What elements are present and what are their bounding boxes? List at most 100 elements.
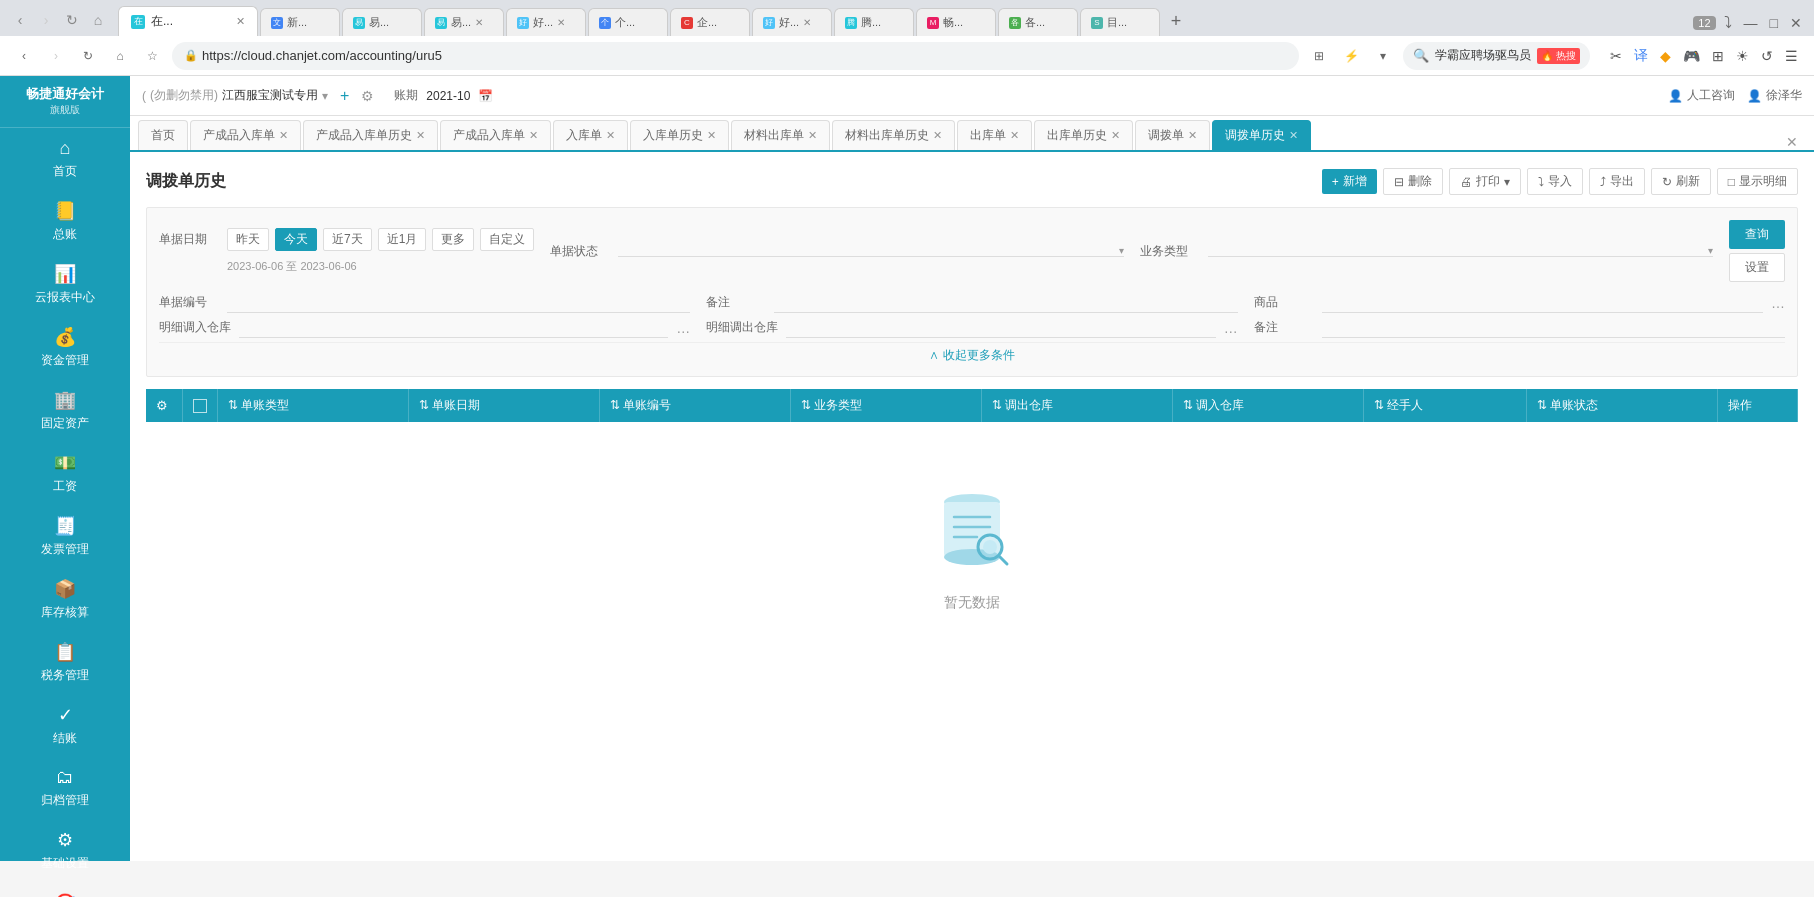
th-doc-date[interactable]: ⇅ 单账日期 xyxy=(408,389,599,422)
sidebar-item-funds[interactable]: 💰 资金管理 xyxy=(0,316,130,379)
tab5-close[interactable]: ✕ xyxy=(557,17,565,28)
delete-btn[interactable]: ⊟ 删除 xyxy=(1383,168,1443,195)
user-btn[interactable]: 👤 徐泽华 xyxy=(1747,87,1802,104)
nav-tabs-close-all[interactable]: ✕ xyxy=(1778,134,1806,150)
browser-tab-9[interactable]: 腾 腾... xyxy=(834,8,914,36)
service-btn[interactable]: 👤 人工咨询 xyxy=(1668,87,1735,104)
refresh-btn[interactable]: ↻ xyxy=(76,44,100,68)
date-btn-custom[interactable]: 自定义 xyxy=(480,228,534,251)
detail-in-input[interactable] xyxy=(239,317,668,338)
sidebar-item-settings[interactable]: ⚙ 基础设置 xyxy=(0,819,130,882)
nav-tab-6[interactable]: 材料出库单 ✕ xyxy=(731,120,830,150)
nav-tab-5[interactable]: 入库单历史 ✕ xyxy=(630,120,729,150)
browser-tab-11[interactable]: 各 各... xyxy=(998,8,1078,36)
address-input[interactable]: 🔒 https://cloud.chanjet.com/accounting/u… xyxy=(172,42,1299,70)
nav-tab-home[interactable]: 首页 xyxy=(138,120,188,150)
sidebar-item-invoice[interactable]: 🧾 发票管理 xyxy=(0,505,130,568)
dropdown-btn[interactable]: ▾ xyxy=(1371,44,1395,68)
menu-icon[interactable]: ☰ xyxy=(1781,44,1802,68)
import-btn[interactable]: ⤵ 导入 xyxy=(1527,168,1583,195)
nav-tab-9[interactable]: 出库单历史 ✕ xyxy=(1034,120,1133,150)
browser-tab-12[interactable]: S 目... xyxy=(1080,8,1160,36)
status-select[interactable]: ▾ xyxy=(618,245,1123,257)
nav-tab-2-close[interactable]: ✕ xyxy=(416,129,425,142)
nav-tab-4[interactable]: 入库单 ✕ xyxy=(553,120,628,150)
sidebar-item-reports[interactable]: 📊 云报表中心 xyxy=(0,253,130,316)
browser-tab-10[interactable]: M 畅... xyxy=(916,8,996,36)
th-checkbox[interactable] xyxy=(182,389,217,422)
add-company-btn[interactable]: + xyxy=(340,87,349,105)
goods-input[interactable] xyxy=(1322,292,1763,313)
th-handler[interactable]: ⇅ 经手人 xyxy=(1363,389,1526,422)
browser-tab-8[interactable]: 好 好... ✕ xyxy=(752,8,832,36)
sidebar-item-close[interactable]: ✓ 结账 xyxy=(0,694,130,757)
sidebar-item-tax[interactable]: 📋 税务管理 xyxy=(0,631,130,694)
date-btn-1month[interactable]: 近1月 xyxy=(378,228,427,251)
nav-forward-btn[interactable]: › xyxy=(34,8,58,32)
nav-home-btn[interactable]: ⌂ xyxy=(86,8,110,32)
browser-tab-2[interactable]: 文 新... xyxy=(260,8,340,36)
bookmark-btn[interactable]: ☆ xyxy=(140,44,164,68)
th-gear[interactable]: ⚙ xyxy=(146,389,182,422)
sidebar-item-assets[interactable]: 🏢 固定资产 xyxy=(0,379,130,442)
grid-icon[interactable]: ⊞ xyxy=(1708,44,1728,68)
extensions-btn[interactable]: ⊞ xyxy=(1307,44,1331,68)
settings-filter-btn[interactable]: 设置 xyxy=(1729,253,1785,282)
detail-out-ellipsis[interactable]: … xyxy=(1224,320,1238,336)
nav-tab-5-close[interactable]: ✕ xyxy=(707,129,716,142)
collapse-btn[interactable]: ∧ 收起更多条件 xyxy=(159,342,1785,364)
new-tab-btn[interactable]: + xyxy=(1162,8,1190,36)
print-btn[interactable]: 🖨 打印 ▾ xyxy=(1449,168,1521,195)
nav-tab-1[interactable]: 产成品入库单 ✕ xyxy=(190,120,301,150)
new-btn[interactable]: + 新增 xyxy=(1322,169,1377,194)
detail-remark-input[interactable] xyxy=(1322,317,1785,338)
close-window-btn[interactable]: ✕ xyxy=(1786,15,1806,31)
sidebar-item-inventory[interactable]: 📦 库存核算 xyxy=(0,568,130,631)
nav-tab-10-close[interactable]: ✕ xyxy=(1188,129,1197,142)
th-doc-number[interactable]: ⇅ 单账编号 xyxy=(599,389,790,422)
scissors-icon[interactable]: ✂ xyxy=(1606,44,1626,68)
date-btn-7days[interactable]: 近7天 xyxy=(323,228,372,251)
settings-gear-btn[interactable]: ⚙ xyxy=(361,88,374,104)
display-btn[interactable]: □ 显示明细 xyxy=(1717,168,1798,195)
nav-tab-7[interactable]: 材料出库单历史 ✕ xyxy=(832,120,955,150)
nav-tab-8[interactable]: 出库单 ✕ xyxy=(957,120,1032,150)
nav-refresh-btn[interactable]: ↻ xyxy=(60,8,84,32)
wallet-icon[interactable]: ◆ xyxy=(1656,44,1675,68)
maximize-btn[interactable]: □ xyxy=(1766,15,1782,31)
calendar-icon[interactable]: 📅 xyxy=(478,89,493,103)
undo-icon[interactable]: ↺ xyxy=(1757,44,1777,68)
sidebar-item-guide[interactable]: 🎯 新手引导 xyxy=(0,882,130,897)
business-type-select[interactable]: ▾ xyxy=(1208,245,1713,257)
tab4-close[interactable]: ✕ xyxy=(475,17,483,28)
forward-btn[interactable]: › xyxy=(44,44,68,68)
date-btn-yesterday[interactable]: 昨天 xyxy=(227,228,269,251)
th-business-type[interactable]: ⇅ 业务类型 xyxy=(790,389,981,422)
export-btn[interactable]: ⤴ 导出 xyxy=(1589,168,1645,195)
browser-tab-3[interactable]: 易 易... xyxy=(342,8,422,36)
nav-tab-3-close[interactable]: ✕ xyxy=(529,129,538,142)
nav-tab-1-close[interactable]: ✕ xyxy=(279,129,288,142)
browser-tab-7[interactable]: C 企... xyxy=(670,8,750,36)
date-btn-more[interactable]: 更多 xyxy=(432,228,474,251)
detail-out-input[interactable] xyxy=(786,317,1215,338)
lightning-btn[interactable]: ⚡ xyxy=(1339,44,1363,68)
nav-tab-10[interactable]: 调拨单 ✕ xyxy=(1135,120,1210,150)
detail-in-ellipsis[interactable]: … xyxy=(676,320,690,336)
sidebar-item-ledger[interactable]: 📒 总账 xyxy=(0,190,130,253)
back-btn[interactable]: ‹ xyxy=(12,44,36,68)
translate-icon[interactable]: 译 xyxy=(1630,43,1652,69)
sidebar-item-payroll[interactable]: 💵 工资 xyxy=(0,442,130,505)
search-box[interactable]: 🔍 学霸应聘场驱鸟员 🔥 热搜 xyxy=(1403,42,1590,70)
nav-back-btn[interactable]: ‹ xyxy=(8,8,32,32)
sidebar-item-archive[interactable]: 🗂 归档管理 xyxy=(0,757,130,819)
browser-tab-5[interactable]: 好 好... ✕ xyxy=(506,8,586,36)
browser-tab-4[interactable]: 易 易... ✕ xyxy=(424,8,504,36)
active-tab-close[interactable]: ✕ xyxy=(236,15,245,28)
nav-tab-3[interactable]: 产成品入库单 ✕ xyxy=(440,120,551,150)
nav-tab-2[interactable]: 产成品入库单历史 ✕ xyxy=(303,120,438,150)
home-btn[interactable]: ⌂ xyxy=(108,44,132,68)
nav-tab-7-close[interactable]: ✕ xyxy=(933,129,942,142)
query-btn[interactable]: 查询 xyxy=(1729,220,1785,249)
refresh-btn[interactable]: ↻ 刷新 xyxy=(1651,168,1711,195)
